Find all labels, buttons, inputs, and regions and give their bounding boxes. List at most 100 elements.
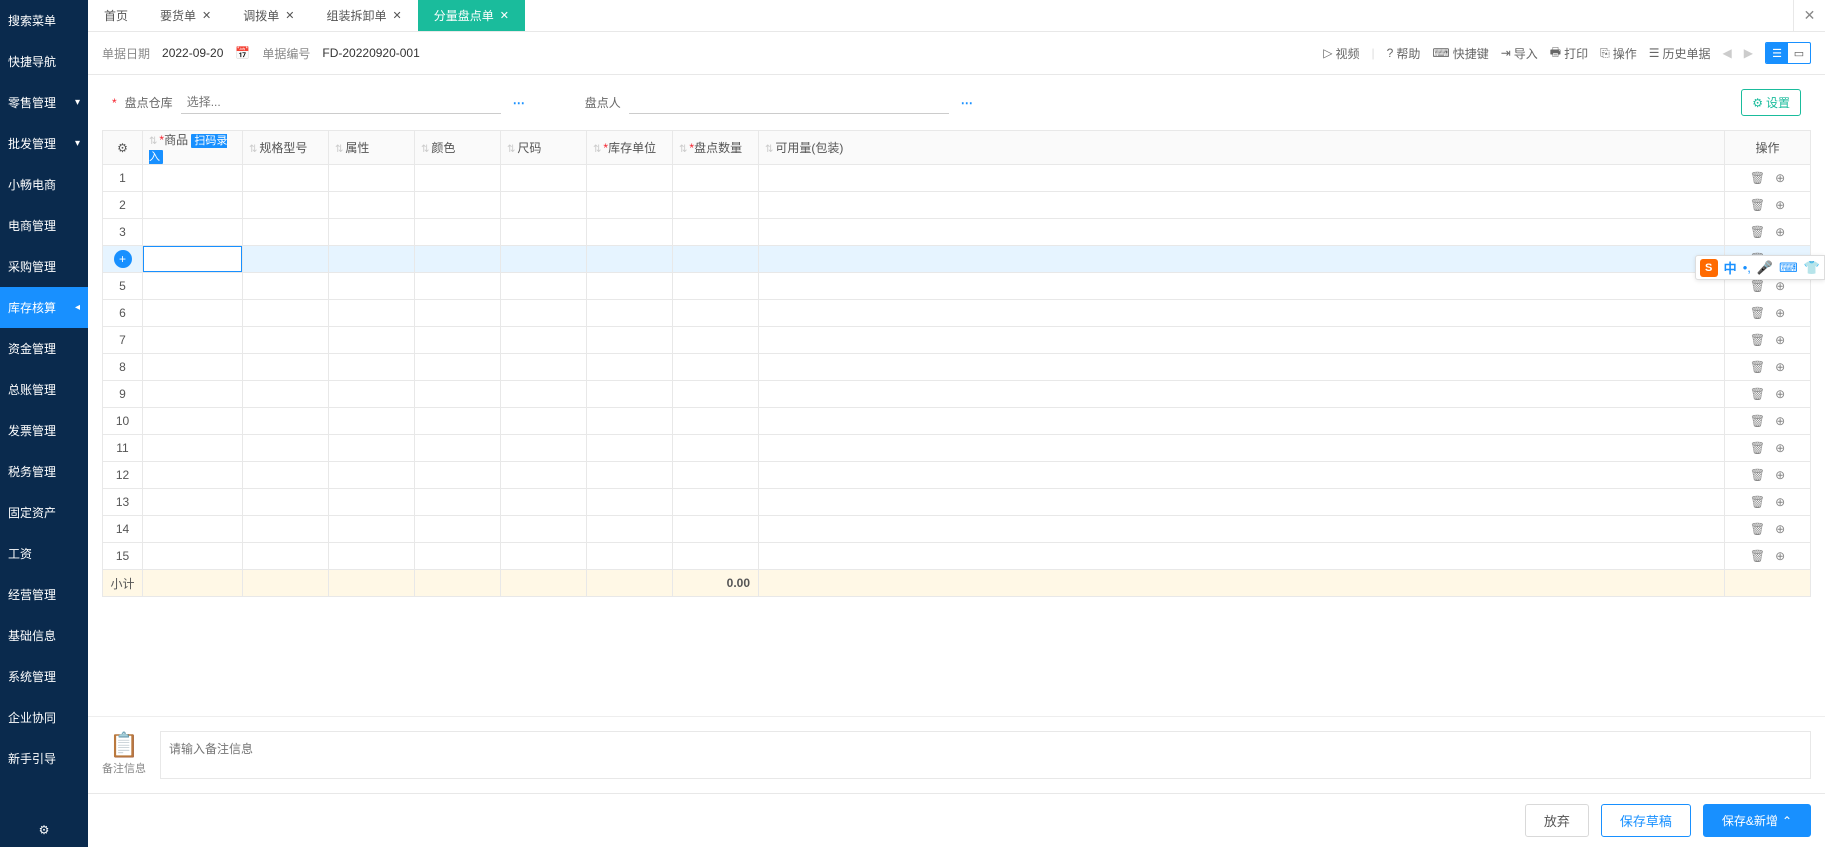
delete-icon[interactable]: 🗑 [1750, 306, 1765, 320]
cell[interactable] [329, 489, 415, 516]
delete-icon[interactable]: 🗑 [1750, 387, 1765, 401]
sidebar-item-12[interactable]: 固定资产 [0, 492, 88, 533]
close-icon[interactable]: ✕ [500, 9, 509, 22]
import-link[interactable]: ⇥导入 [1501, 45, 1538, 62]
table-row[interactable]: 15🗑⊕ [103, 543, 1811, 570]
col-attr[interactable]: ⇅属性 [329, 131, 415, 165]
cell[interactable] [673, 300, 759, 327]
cell[interactable] [243, 273, 329, 300]
table-row[interactable]: 13🗑⊕ [103, 489, 1811, 516]
copy-icon[interactable]: ⊕ [1775, 279, 1785, 293]
table-row[interactable]: +🗑⊕ [103, 246, 1811, 273]
cell[interactable] [415, 462, 501, 489]
cell[interactable] [587, 300, 673, 327]
cell[interactable] [673, 246, 759, 273]
cell[interactable] [587, 435, 673, 462]
cell[interactable] [415, 327, 501, 354]
cell[interactable] [587, 192, 673, 219]
cell[interactable] [143, 381, 243, 408]
cell[interactable] [415, 408, 501, 435]
close-icon[interactable]: ✕ [202, 9, 211, 22]
tab-2[interactable]: 调拨单✕ [227, 0, 310, 31]
sidebar-item-0[interactable]: 搜索菜单 [0, 0, 88, 41]
cell[interactable] [587, 273, 673, 300]
cell[interactable] [143, 300, 243, 327]
cell[interactable] [243, 300, 329, 327]
table-row[interactable]: 6🗑⊕ [103, 300, 1811, 327]
delete-icon[interactable]: 🗑 [1750, 549, 1765, 563]
cell[interactable] [501, 327, 587, 354]
delete-icon[interactable]: 🗑 [1750, 279, 1765, 293]
close-icon[interactable]: ✕ [285, 9, 294, 22]
cell[interactable] [501, 489, 587, 516]
cell[interactable] [243, 192, 329, 219]
save-draft-button[interactable]: 保存草稿 [1601, 804, 1691, 837]
table-row[interactable]: 2🗑⊕ [103, 192, 1811, 219]
person-more[interactable]: ⋯ [961, 96, 973, 110]
sidebar-item-7[interactable]: 库存核算◂ [0, 287, 88, 328]
cell[interactable] [501, 192, 587, 219]
cell[interactable] [501, 300, 587, 327]
sidebar-item-5[interactable]: 电商管理 [0, 205, 88, 246]
cell[interactable] [329, 435, 415, 462]
col-spec[interactable]: ⇅规格型号 [243, 131, 329, 165]
cell[interactable] [143, 246, 243, 273]
copy-icon[interactable]: ⊕ [1775, 360, 1785, 374]
cell[interactable] [759, 543, 1725, 570]
cell[interactable] [501, 246, 587, 273]
cell[interactable] [329, 246, 415, 273]
delete-icon[interactable]: 🗑 [1750, 171, 1765, 185]
sidebar-item-11[interactable]: 税务管理 [0, 451, 88, 492]
col-qty[interactable]: ⇅*盘点数量 [673, 131, 759, 165]
cell[interactable] [329, 516, 415, 543]
close-icon[interactable]: ✕ [393, 9, 402, 22]
table-row[interactable]: 14🗑⊕ [103, 516, 1811, 543]
copy-icon[interactable]: ⊕ [1775, 414, 1785, 428]
delete-icon[interactable]: 🗑 [1750, 441, 1765, 455]
ime-toolbar[interactable]: S 中 •, 🎤 ⌨ 👕 [1695, 255, 1825, 280]
ime-punct-icon[interactable]: •, [1743, 260, 1751, 275]
cell[interactable] [329, 273, 415, 300]
copy-icon[interactable]: ⊕ [1775, 171, 1785, 185]
cell[interactable] [501, 354, 587, 381]
cell[interactable] [759, 219, 1725, 246]
cell[interactable] [243, 543, 329, 570]
view-list[interactable]: ☰ [1766, 43, 1788, 63]
cell[interactable] [759, 165, 1725, 192]
cell[interactable] [759, 246, 1725, 273]
cell[interactable] [759, 327, 1725, 354]
warehouse-input[interactable] [181, 91, 501, 114]
cell[interactable] [587, 489, 673, 516]
tab-1[interactable]: 要货单✕ [144, 0, 227, 31]
view-detail[interactable]: ▭ [1788, 43, 1810, 63]
cell[interactable] [673, 408, 759, 435]
copy-icon[interactable]: ⊕ [1775, 468, 1785, 482]
sidebar-item-16[interactable]: 系统管理 [0, 656, 88, 697]
cell[interactable] [673, 489, 759, 516]
settings-button[interactable]: ⚙ 设置 [1741, 89, 1801, 116]
sidebar-item-17[interactable]: 企业协同 [0, 697, 88, 738]
cell[interactable] [673, 435, 759, 462]
cell[interactable] [587, 462, 673, 489]
col-color[interactable]: ⇅颜色 [415, 131, 501, 165]
cell[interactable] [243, 516, 329, 543]
cell[interactable] [143, 192, 243, 219]
cell[interactable] [415, 273, 501, 300]
cell[interactable] [329, 354, 415, 381]
cell[interactable] [587, 543, 673, 570]
nav-next[interactable]: ▶ [1744, 46, 1753, 60]
copy-icon[interactable]: ⊕ [1775, 333, 1785, 347]
product-cell-input[interactable] [143, 246, 242, 272]
sidebar-item-18[interactable]: 新手引导 [0, 738, 88, 779]
date-value[interactable]: 2022-09-20 [162, 46, 223, 60]
cell[interactable] [329, 381, 415, 408]
cell[interactable] [243, 354, 329, 381]
cell[interactable] [673, 327, 759, 354]
col-size[interactable]: ⇅尺码 [501, 131, 587, 165]
close-all-tabs[interactable]: ✕ [1793, 0, 1825, 31]
cell[interactable] [673, 219, 759, 246]
tab-0[interactable]: 首页 [88, 0, 144, 31]
cell[interactable] [501, 435, 587, 462]
delete-icon[interactable]: 🗑 [1750, 198, 1765, 212]
sidebar-item-15[interactable]: 基础信息 [0, 615, 88, 656]
